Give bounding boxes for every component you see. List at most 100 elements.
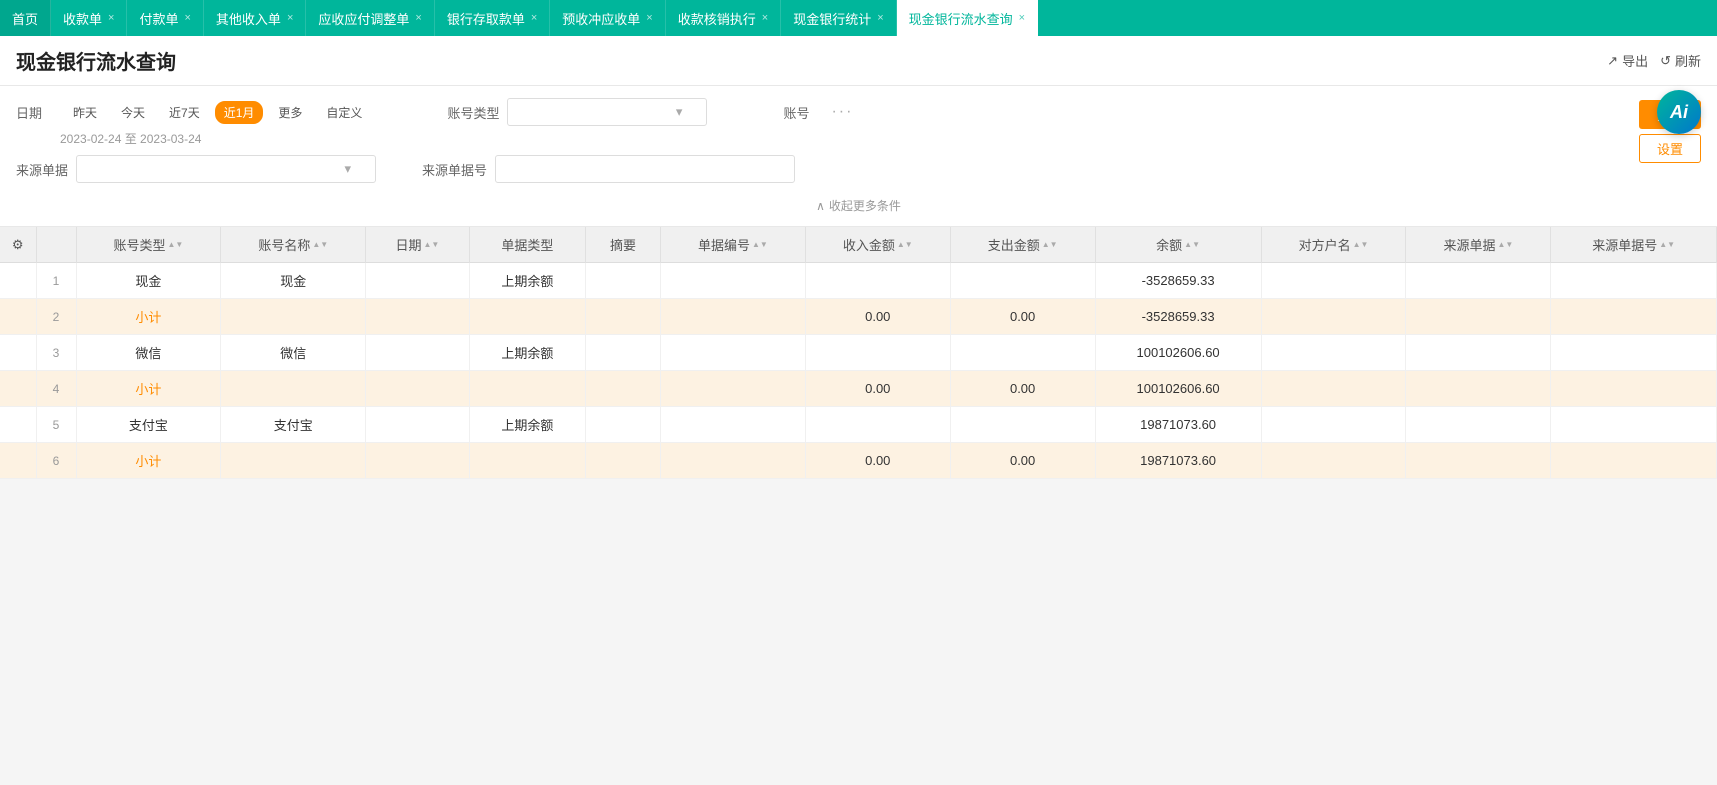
table-container: ⚙ 账号类型 ▲▼ 账号名称 ▲▼ 日期 (0, 227, 1717, 479)
table-row[interactable]: 4 小计 0.00 0.00 100102606.60 (0, 371, 1717, 407)
nav-tab-collection-execution[interactable]: 收款核销执行 × (666, 0, 781, 36)
th-expense[interactable]: 支出金额 ▲▼ (950, 227, 1095, 263)
td-expense (950, 407, 1095, 443)
td-counterparty (1261, 263, 1406, 299)
td-balance: -3528659.33 (1095, 263, 1261, 299)
th-source-doc-no[interactable]: 来源单据号 ▲▼ (1551, 227, 1717, 263)
sort-account-name-icon: ▲▼ (312, 241, 328, 249)
nav-tab-cash-bank-stat-label: 现金银行统计 (793, 9, 871, 28)
td-summary (586, 443, 661, 479)
td-source-doc-no (1551, 263, 1717, 299)
nav-tab-bank-deposit-close[interactable]: × (531, 12, 537, 24)
date-btn-1month[interactable]: 近1月 (215, 101, 264, 124)
nav-tab-cash-bank-stat-close[interactable]: × (877, 12, 883, 24)
td-expense (950, 263, 1095, 299)
th-counterparty[interactable]: 对方户名 ▲▼ (1261, 227, 1406, 263)
th-balance[interactable]: 余额 ▲▼ (1095, 227, 1261, 263)
nav-tab-other-income-close[interactable]: × (287, 12, 293, 24)
nav-tab-receivable-payable-label: 应收应付调整单 (318, 9, 409, 28)
nav-tab-receivable-payable[interactable]: 应收应付调整单 × (306, 0, 434, 36)
nav-tab-receivable-payable-close[interactable]: × (415, 12, 421, 24)
table-row[interactable]: 5 支付宝 支付宝 上期余额 19871073.60 (0, 407, 1717, 443)
table-row[interactable]: 2 小计 0.00 0.00 -3528659.33 (0, 299, 1717, 335)
refresh-icon: ↺ (1660, 53, 1671, 69)
account-type-label: 账号类型 (447, 103, 499, 122)
td-account-type: 支付宝 (76, 407, 221, 443)
export-button[interactable]: ↗ 导出 (1607, 51, 1648, 70)
td-doc-type (469, 371, 585, 407)
nav-tab-payment-close[interactable]: × (184, 12, 190, 24)
account-type-chevron-icon: ▾ (676, 104, 683, 120)
nav-tab-receipt-close[interactable]: × (108, 12, 114, 24)
sort-account-type-icon: ▲▼ (168, 241, 184, 249)
filter-row-2: 来源单据 ▾ 来源单据号 (16, 155, 1619, 183)
nav-tab-payment-label: 付款单 (139, 9, 178, 28)
td-row-actions (0, 335, 36, 371)
sort-doc-no-icon: ▲▼ (752, 241, 768, 249)
nav-tab-payment[interactable]: 付款单 × (127, 0, 203, 36)
data-table: ⚙ 账号类型 ▲▼ 账号名称 ▲▼ 日期 (0, 227, 1717, 479)
nav-tab-other-income[interactable]: 其他收入单 × (204, 0, 306, 36)
th-date[interactable]: 日期 ▲▼ (366, 227, 469, 263)
td-date (366, 443, 469, 479)
source-doc-select[interactable]: ▾ (76, 155, 376, 183)
collapse-up-icon: ∧ (816, 199, 825, 213)
nav-tab-advance-offset[interactable]: 预收冲应收单 × (550, 0, 665, 36)
export-label: 导出 (1622, 51, 1648, 70)
ai-badge[interactable]: Ai (1657, 90, 1701, 134)
sort-balance-icon: ▲▼ (1184, 241, 1200, 249)
td-account-type: 小计 (76, 371, 221, 407)
th-income[interactable]: 收入金额 ▲▼ (805, 227, 950, 263)
nav-tab-bank-deposit[interactable]: 银行存取款单 × (435, 0, 550, 36)
th-settings[interactable]: ⚙ (0, 227, 36, 263)
date-btn-today[interactable]: 今天 (112, 101, 154, 124)
table-row[interactable]: 3 微信 微信 上期余额 100102606.60 (0, 335, 1717, 371)
th-source-doc[interactable]: 来源单据 ▲▼ (1406, 227, 1551, 263)
td-row-actions (0, 443, 36, 479)
td-row-actions (0, 407, 36, 443)
td-date (366, 299, 469, 335)
refresh-button[interactable]: ↺ 刷新 (1660, 51, 1701, 70)
td-counterparty (1261, 299, 1406, 335)
date-btn-more[interactable]: 更多 (269, 101, 311, 124)
account-dots-button[interactable]: ··· (831, 103, 853, 121)
td-date (366, 335, 469, 371)
date-btn-yesterday[interactable]: 昨天 (64, 101, 106, 124)
table-row[interactable]: 1 现金 现金 上期余额 -3528659.33 (0, 263, 1717, 299)
nav-tab-home[interactable]: 首页 (0, 0, 51, 36)
td-source-doc-no (1551, 371, 1717, 407)
nav-tab-collection-execution-close[interactable]: × (762, 12, 768, 24)
ai-badge-label: Ai (1670, 102, 1688, 123)
setting-button[interactable]: 设置 (1639, 134, 1701, 163)
nav-tab-cash-bank-stat[interactable]: 现金银行统计 × (781, 0, 896, 36)
th-num (36, 227, 76, 263)
td-income (805, 335, 950, 371)
nav-tab-receipt[interactable]: 收款单 × (51, 0, 127, 36)
source-doc-no-label: 来源单据号 (422, 160, 487, 179)
source-doc-no-input[interactable] (495, 155, 795, 183)
collapse-bar[interactable]: ∧ 收起更多条件 (16, 193, 1701, 218)
date-btn-custom[interactable]: 自定义 (317, 101, 371, 124)
date-btn-7days[interactable]: 近7天 (160, 101, 209, 124)
th-account-type[interactable]: 账号类型 ▲▼ (76, 227, 221, 263)
nav-tab-cash-bank-flow[interactable]: 现金银行流水查询 × (897, 0, 1038, 36)
account-type-select[interactable]: ▾ (507, 98, 707, 126)
td-expense: 0.00 (950, 371, 1095, 407)
td-doc-type: 上期余额 (469, 263, 585, 299)
td-balance: 19871073.60 (1095, 407, 1261, 443)
td-expense: 0.00 (950, 443, 1095, 479)
nav-tab-cash-bank-flow-close[interactable]: × (1019, 12, 1025, 24)
th-doc-no[interactable]: 单据编号 ▲▼ (660, 227, 805, 263)
td-source-doc (1406, 335, 1551, 371)
th-account-name[interactable]: 账号名称 ▲▼ (221, 227, 366, 263)
table-row[interactable]: 6 小计 0.00 0.00 19871073.60 (0, 443, 1717, 479)
page-title: 现金银行流水查询 (16, 46, 176, 75)
td-income: 0.00 (805, 371, 950, 407)
table-settings-icon[interactable]: ⚙ (12, 237, 24, 252)
nav-tab-collection-execution-label: 收款核销执行 (678, 9, 756, 28)
td-income: 0.00 (805, 443, 950, 479)
td-source-doc-no (1551, 443, 1717, 479)
nav-tab-advance-offset-close[interactable]: × (646, 12, 652, 24)
td-row-num: 6 (36, 443, 76, 479)
td-counterparty (1261, 371, 1406, 407)
